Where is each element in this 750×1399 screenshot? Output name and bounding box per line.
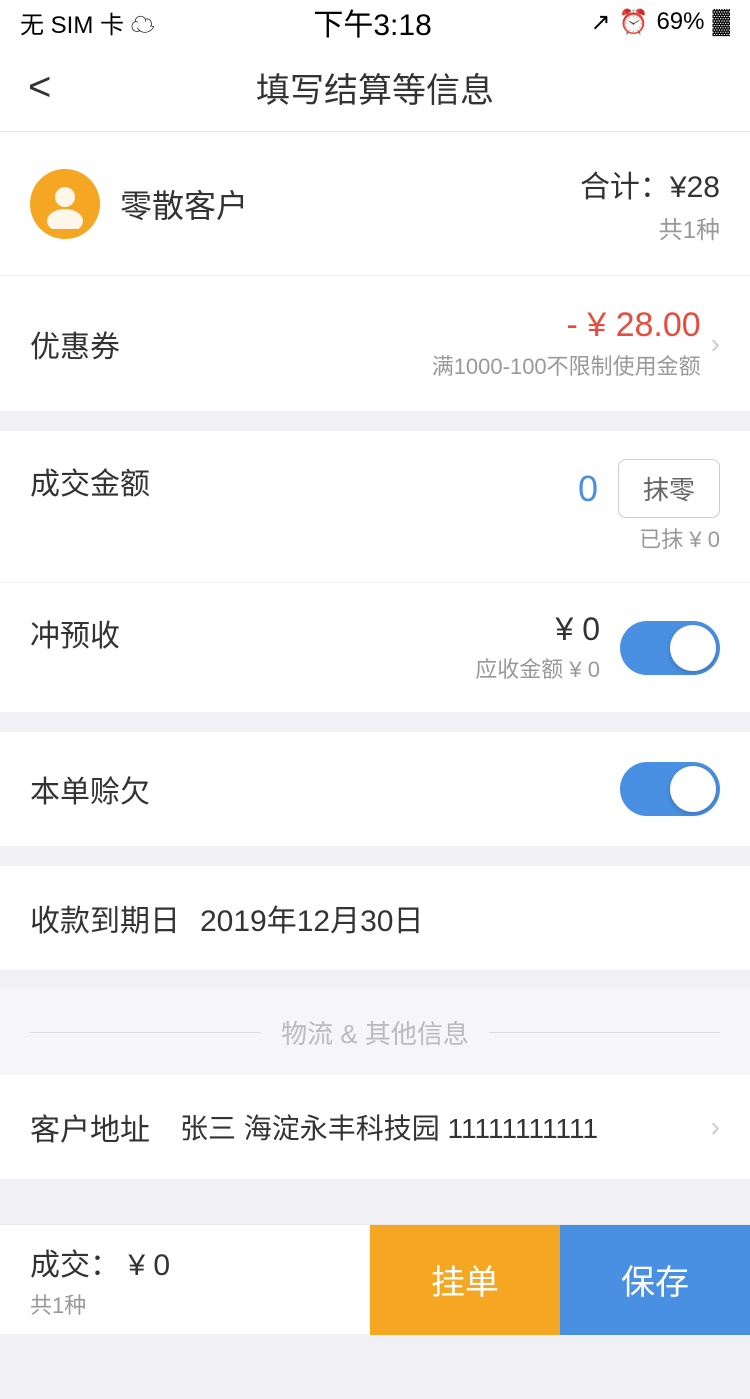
hang-order-button[interactable]: 挂单 [370, 1225, 560, 1335]
location-icon: ↗ [590, 8, 610, 37]
prepay-amounts: ¥ 0 应收金额 ¥ 0 [475, 611, 600, 684]
bottom-count: 共1种 [30, 1288, 370, 1320]
battery-icon: ▓ [712, 8, 730, 36]
arrear-toggle-circle [670, 766, 716, 812]
status-left: 无 SIM 卡 ☁ [20, 5, 155, 40]
coupon-label: 优惠券 [30, 322, 120, 366]
divider-text: 物流 & 其他信息 [281, 1014, 469, 1051]
zero-button[interactable]: 抹零 [618, 459, 720, 518]
deal-amount: 0 [578, 468, 598, 509]
status-right: ↗ ⏰ 69% ▓ [590, 8, 730, 37]
bottom-summary: 成交： ¥ 0 共1种 [0, 1240, 370, 1320]
prepay-sub: 应收金额 ¥ 0 [475, 652, 600, 684]
divider-section: 物流 & 其他信息 [0, 990, 750, 1075]
address-chevron-icon: › [711, 1111, 720, 1143]
customer-name: 零散客户 [120, 181, 248, 227]
deal-label: 成交金额 [30, 459, 190, 503]
coupon-desc: 满1000-100不限制使用金额 [432, 349, 701, 381]
back-button[interactable]: < [28, 65, 51, 110]
bottom-bar: 成交： ¥ 0 共1种 挂单 保存 [0, 1224, 750, 1334]
customer-left: 零散客户 [30, 169, 248, 239]
save-button[interactable]: 保存 [560, 1225, 750, 1335]
prepay-toggle[interactable] [620, 621, 720, 675]
coupon-row[interactable]: 优惠券 - ¥ 28.00 满1000-100不限制使用金额 › [0, 275, 750, 411]
bottom-deal-text: 成交： [30, 1249, 120, 1282]
status-bar: 无 SIM 卡 ☁ 下午3:18 ↗ ⏰ 69% ▓ [0, 0, 750, 44]
arrear-section: 本单赊欠 [0, 732, 750, 846]
address-chevron: › [711, 1111, 720, 1143]
arrear-toggle[interactable] [620, 762, 720, 816]
coupon-right: - ¥ 28.00 满1000-100不限制使用金额 › [432, 306, 720, 381]
deal-sub: 已抹 ¥ 0 [578, 522, 720, 554]
address-section: 客户地址 张三 海淀永丰科技园 11111111111 › [0, 1075, 750, 1179]
divider-line-left [30, 1032, 261, 1033]
divider-line-right [489, 1032, 720, 1033]
prepay-label: 冲预收 [30, 611, 190, 655]
customer-row: 零散客户 合计：¥28 共1种 [0, 132, 750, 275]
coupon-amount: - ¥ 28.00 [432, 306, 701, 345]
arrear-label: 本单赊欠 [30, 767, 150, 811]
customer-right: 合计：¥28 共1种 [580, 162, 720, 245]
total-count: 共1种 [580, 210, 720, 245]
prepay-row: 冲预收 ¥ 0 应收金额 ¥ 0 [0, 583, 750, 712]
toggle-circle [670, 625, 716, 671]
address-label: 客户地址 [30, 1105, 160, 1149]
avatar [30, 169, 100, 239]
deal-row: 成交金额 0 抹零 已抹 ¥ 0 [0, 431, 750, 583]
chevron-right-icon: › [711, 328, 720, 360]
total-amount: 合计：¥28 [580, 162, 720, 206]
deal-right: 0 抹零 [578, 459, 720, 518]
address-value: 张三 海淀永丰科技园 11111111111 [180, 1107, 711, 1147]
due-date-value: 2019年12月30日 [200, 896, 423, 940]
prepay-amount: ¥ 0 [556, 611, 600, 648]
customer-section: 零散客户 合计：¥28 共1种 优惠券 - ¥ 28.00 满1000-100不… [0, 132, 750, 411]
nav-bar: < 填写结算等信息 [0, 44, 750, 132]
page-title: 填写结算等信息 [256, 63, 494, 112]
deal-amount-col: 0 [578, 468, 598, 510]
battery-label: 69% [656, 8, 704, 36]
alarm-icon: ⏰ [619, 8, 649, 37]
status-time: 下午3:18 [313, 0, 431, 44]
due-date-section: 收款到期日 2019年12月30日 [0, 866, 750, 970]
bottom-deal-amount: ¥ 0 [128, 1249, 170, 1282]
bottom-deal-label: 成交： ¥ 0 [30, 1240, 370, 1284]
deal-section: 成交金额 0 抹零 已抹 ¥ 0 冲预收 ¥ 0 应收金额 ¥ 0 [0, 431, 750, 712]
coupon-info: - ¥ 28.00 满1000-100不限制使用金额 [432, 306, 701, 381]
prepay-right: ¥ 0 应收金额 ¥ 0 [475, 611, 720, 684]
address-row[interactable]: 客户地址 张三 海淀永丰科技园 11111111111 › [0, 1075, 750, 1179]
due-date-label: 收款到期日 [30, 896, 180, 940]
sim-label: 无 SIM 卡 ☁ [20, 5, 155, 40]
